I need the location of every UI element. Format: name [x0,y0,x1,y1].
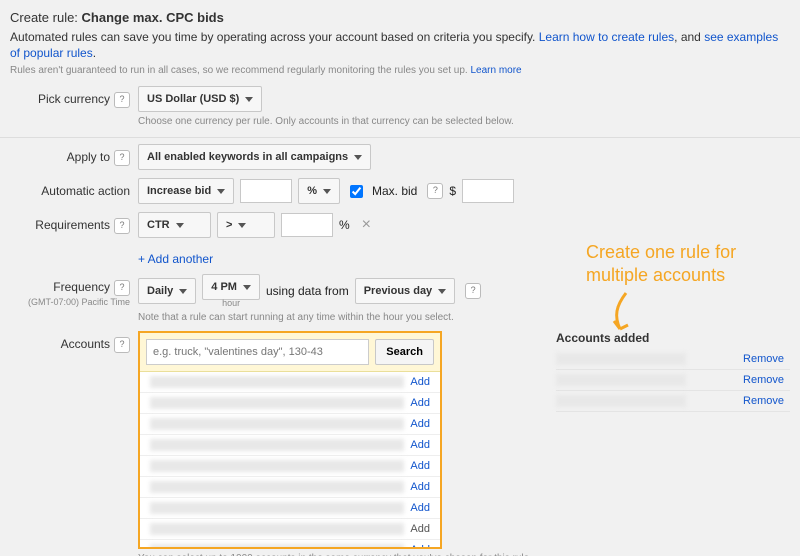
maxbid-input[interactable] [462,179,514,203]
currency-symbol: $ [449,184,456,198]
accounts-label: Accounts? [10,331,138,556]
add-link[interactable]: Add [410,481,430,493]
req-value-input[interactable] [281,213,333,237]
account-picker: Search Add Add Add Add Add Add Add Add A… [138,331,442,549]
add-link[interactable]: Add [410,376,430,388]
accounts-added-title: Accounts added [556,331,790,345]
maxbid-label: Max. bid [372,184,417,198]
chevron-down-icon [179,289,187,294]
list-item: Add [140,372,440,393]
account-search-input[interactable] [146,339,369,365]
freq-hour-dropdown[interactable]: 4 PM [202,274,260,300]
intro-text: Automated rules can save you time by ope… [10,29,790,61]
frequency-label: Frequency? (GMT-07:00) Pacific Time [10,274,138,323]
add-link[interactable]: Add [410,397,430,409]
help-icon[interactable]: ? [114,150,130,166]
help-icon[interactable]: ? [114,337,130,353]
add-link[interactable]: Add [410,523,430,535]
chevron-down-icon [217,189,225,194]
help-icon[interactable]: ? [427,183,443,199]
added-row: Remove [556,391,790,412]
chevron-down-icon [323,189,331,194]
add-link[interactable]: Add [410,418,430,430]
chevron-down-icon [438,289,446,294]
chevron-down-icon [243,285,251,290]
add-link[interactable]: Add [410,502,430,514]
help-icon[interactable]: ? [465,283,481,299]
action-dropdown[interactable]: Increase bid [138,178,234,204]
list-item: Add [140,435,440,456]
req-metric-dropdown[interactable]: CTR [138,212,211,238]
help-icon[interactable]: ? [114,218,130,234]
remove-link[interactable]: Remove [743,374,790,386]
maxbid-checkbox[interactable] [350,185,363,198]
action-label: Automatic action [10,178,138,204]
list-item: Add [140,414,440,435]
added-row: Remove [556,370,790,391]
freq-note: Note that a rule can start running at an… [138,312,790,323]
list-item: Add [140,519,440,540]
account-list[interactable]: Add Add Add Add Add Add Add Add Add [140,372,440,547]
add-link[interactable]: Add [410,439,430,451]
list-item: Add [140,456,440,477]
currency-note: Choose one currency per rule. Only accou… [138,116,790,127]
arrow-icon [606,291,646,337]
currency-label: Pick currency? [10,86,138,127]
add-link[interactable]: Add [410,460,430,472]
remove-requirement-button[interactable]: × [356,216,377,234]
add-link[interactable]: Add [410,544,430,547]
currency-dropdown[interactable]: US Dollar (USD $) [138,86,262,112]
list-item: Add [140,498,440,519]
applyto-label: Apply to? [10,144,138,170]
fineprint: Rules aren't guaranteed to run in all ca… [10,65,790,76]
remove-link[interactable]: Remove [743,353,790,365]
add-requirement-link[interactable]: + Add another [138,252,213,266]
search-button[interactable]: Search [375,339,434,365]
chevron-down-icon [245,97,253,102]
remove-link[interactable]: Remove [743,395,790,407]
learn-more-link[interactable]: Learn more [470,65,521,76]
list-item: Add [140,393,440,414]
chevron-down-icon [354,155,362,160]
freq-range-dropdown[interactable]: Previous day [355,278,455,304]
action-unit-dropdown[interactable]: % [298,178,340,204]
req-op-dropdown[interactable]: > [217,212,275,238]
chevron-down-icon [238,223,246,228]
page-title: Create rule: Change max. CPC bids [10,10,790,25]
requirements-label: Requirements? [10,212,138,266]
freq-period-dropdown[interactable]: Daily [138,278,196,304]
annotation-callout: Create one rule formultiple accounts [586,241,736,286]
freq-mid-text: using data from [266,284,349,298]
list-item: Add [140,477,440,498]
learn-rules-link[interactable]: Learn how to create rules [539,30,674,44]
applyto-dropdown[interactable]: All enabled keywords in all campaigns [138,144,371,170]
help-icon[interactable]: ? [114,92,130,108]
chevron-down-icon [176,223,184,228]
action-amount-input[interactable] [240,179,292,203]
list-item: Add [140,540,440,547]
req-unit: % [339,218,350,232]
added-row: Remove [556,349,790,370]
help-icon[interactable]: ? [114,280,130,296]
